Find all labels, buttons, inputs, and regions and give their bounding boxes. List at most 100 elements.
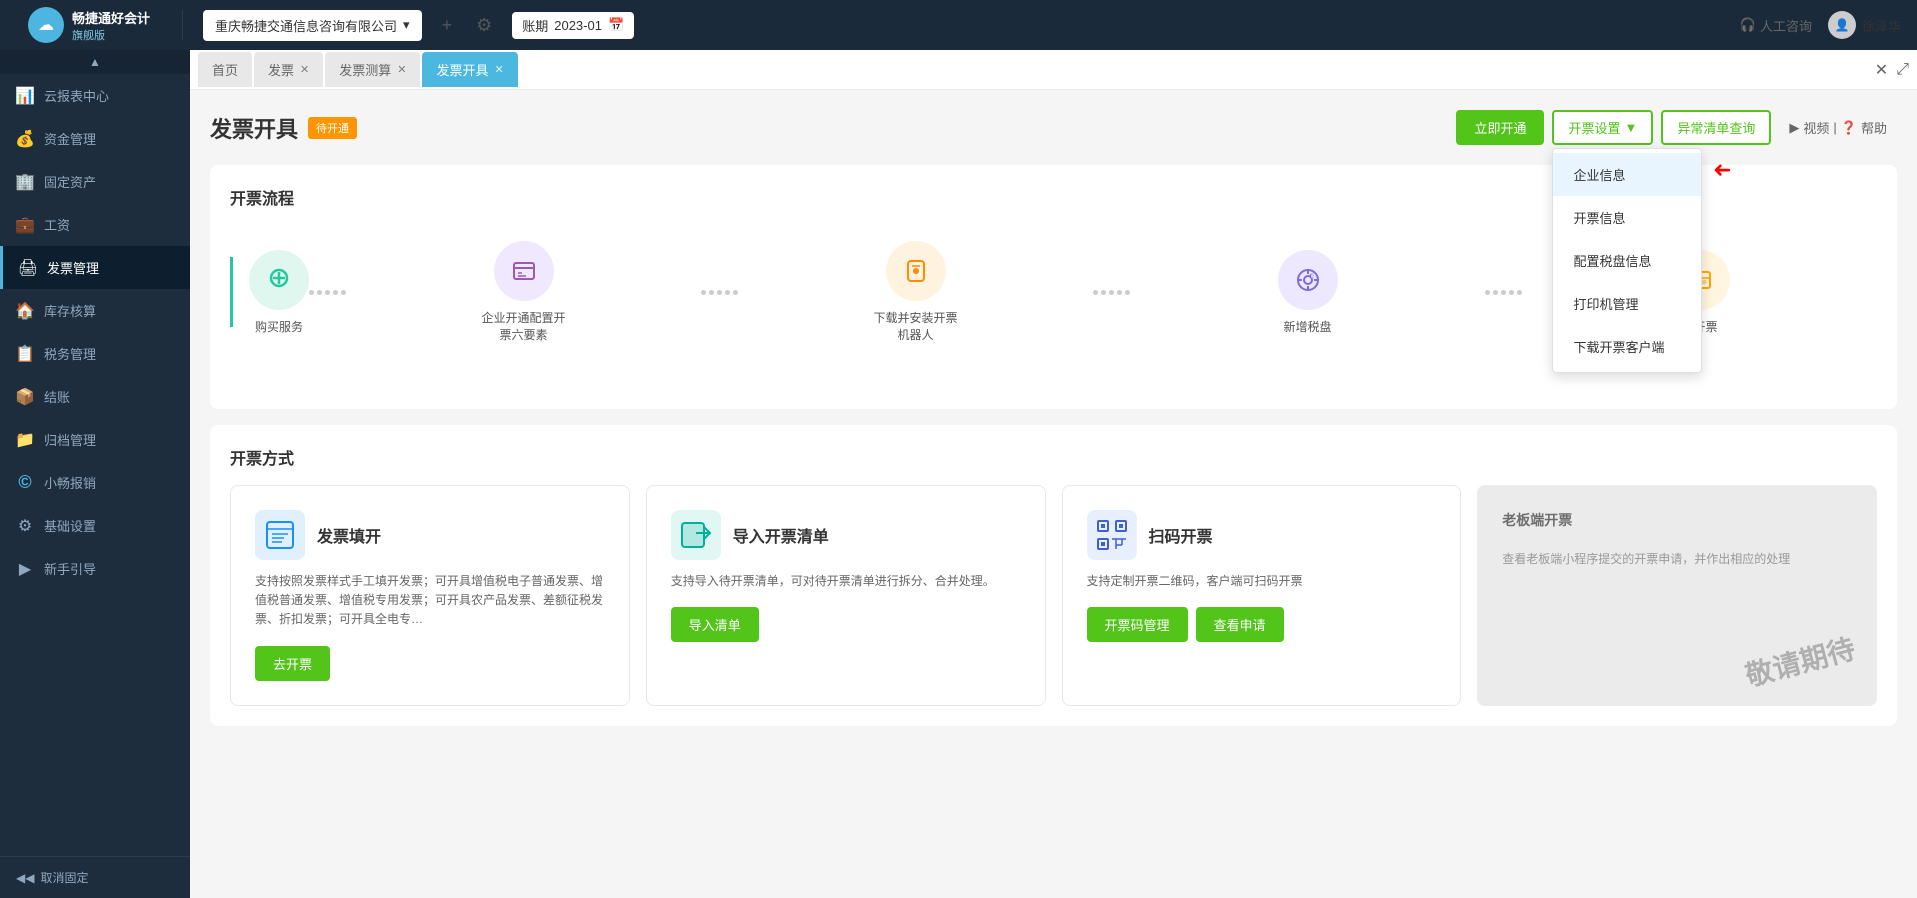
sidebar-item-archive[interactable]: 📁 归档管理 [0, 418, 190, 461]
close-all-tabs-button[interactable]: ✕ [1875, 60, 1888, 80]
sidebar-item-xiaochang[interactable]: © 小畅报销 [0, 461, 190, 504]
guide-icon: ▶ [16, 560, 34, 578]
support-label: 人工咨询 [1760, 16, 1812, 35]
page-title-area: 发票开具 待开通 [210, 112, 357, 144]
status-badge: 待开通 [308, 117, 357, 139]
setting-button[interactable]: 开票设置 ▼ [1552, 110, 1653, 145]
sidebar-item-label: 基础设置 [44, 516, 96, 535]
sidebar-item-salary[interactable]: 💼 工资 [0, 203, 190, 246]
sidebar-item-label: 新手引导 [44, 559, 96, 578]
tab-close-icon[interactable]: ✕ [300, 63, 309, 76]
support-button[interactable]: 🎧 人工咨询 [1740, 16, 1812, 35]
dropdown-item-download-client[interactable]: 下载开票客户端 [1553, 325, 1701, 368]
tab-invoice-test[interactable]: 发票测算 ✕ [325, 52, 420, 87]
method-desc: 支持按照发票样式手工填开发票；可开具增值税电子普通发票、增值税普通发票、增值税专… [255, 572, 605, 630]
step-divider [230, 257, 233, 327]
sidebar-item-label: 云报表中心 [44, 86, 109, 105]
sidebar-bottom: ◀◀ 取消固定 [0, 856, 190, 898]
manual-fill-icon [255, 510, 305, 560]
sidebar-scroll-up[interactable]: ▲ [0, 50, 190, 74]
tab-label: 首页 [212, 60, 238, 79]
cancel-fixed-button[interactable]: ◀◀ 取消固定 [0, 856, 190, 898]
method-header: 扫码开票 [1087, 510, 1437, 560]
top-bar: ☁ 畅捷通好会计 旗舰版 重庆畅捷交通信息咨询有限公司 ▾ + ⚙ 账期 202… [0, 0, 1917, 50]
activate-button[interactable]: 立即开通 [1456, 110, 1544, 145]
step-label: 下载并安装开票机器人 [871, 309, 961, 343]
dropdown-item-invoice-info[interactable]: 开票信息 [1553, 196, 1701, 239]
sidebar-item-inventory[interactable]: 🏠 库存核算 [0, 289, 190, 332]
help-label[interactable]: 帮助 [1861, 118, 1887, 137]
sidebar-item-fixed-assets[interactable]: 🏢 固定资产 [0, 160, 190, 203]
sidebar-item-settle[interactable]: 📦 结账 [0, 375, 190, 418]
sidebar-item-label: 归档管理 [44, 430, 96, 449]
method-title: 老板端开票 [1502, 510, 1572, 530]
cloud-report-icon: 📊 [16, 87, 34, 105]
salary-icon: 💼 [16, 216, 34, 234]
settings-icon: ⚙ [16, 517, 34, 535]
help-area: ▶ 视频 | ❓ 帮助 [1779, 112, 1897, 143]
invoice-code-manage-button[interactable]: 开票码管理 [1087, 607, 1188, 642]
tab-invoice-issue[interactable]: 发票开具 ✕ [422, 52, 517, 87]
flow-step-buy-service: 购买服务 [249, 250, 309, 335]
period-label: 账期 [522, 16, 548, 35]
tab-close-icon[interactable]: ✕ [495, 63, 504, 76]
user-button[interactable]: 👤 徐泽华 [1828, 11, 1901, 39]
sidebar-item-label: 税务管理 [44, 344, 96, 363]
tab-close-icon[interactable]: ✕ [397, 63, 406, 76]
top-right: 🎧 人工咨询 👤 徐泽华 [1740, 11, 1901, 39]
maximize-button[interactable]: ⤢ [1896, 61, 1909, 79]
sidebar-item-guide[interactable]: ▶ 新手引导 [0, 547, 190, 590]
tax-icon: 📋 [16, 345, 34, 363]
sidebar-item-tax[interactable]: 📋 税务管理 [0, 332, 190, 375]
video-label[interactable]: 视频 [1803, 118, 1829, 137]
dropdown-item-tax-config[interactable]: 配置税盘信息 [1553, 239, 1701, 282]
tab-home[interactable]: 首页 [198, 52, 252, 87]
scan-buttons: 开票码管理 查看申请 [1087, 607, 1437, 642]
dropdown-item-printer[interactable]: 打印机管理 [1553, 282, 1701, 325]
add-button[interactable]: + [438, 11, 457, 40]
method-card-boss: 老板端开票 查看老板端小程序提交的开票申请，并作出相应的处理 敬请期待 [1477, 485, 1877, 706]
view-application-button[interactable]: 查看申请 [1196, 607, 1284, 642]
method-header: 导入开票清单 [671, 510, 1021, 560]
company-selector[interactable]: 重庆畅捷交通信息咨询有限公司 ▾ [203, 10, 422, 41]
step-label: 购买服务 [255, 318, 303, 335]
tab-label: 发票 [268, 60, 294, 79]
step-label: 新增税盘 [1283, 318, 1331, 335]
sidebar-item-settings[interactable]: ⚙ 基础设置 [0, 504, 190, 547]
sidebar-item-fund[interactable]: 💰 资金管理 [0, 117, 190, 160]
setting-dropdown-container: 开票设置 ▼ ➜ 企业信息 开票信息 配置税盘信息 [1552, 110, 1653, 145]
settings-icon[interactable]: ⚙ [472, 11, 496, 40]
sidebar-item-label: 结账 [44, 387, 70, 406]
step-connector-2 [701, 290, 738, 295]
method-card-manual-fill: 发票填开 支持按照发票样式手工填开发票；可开具增值税电子普通发票、增值税普通发票… [230, 485, 630, 706]
method-card-import-list: 导入开票清单 支持导入待开票清单，可对待开票清单进行拆分、合并处理。 导入清单 [646, 485, 1046, 706]
method-desc: 支持定制开票二维码，客户端可扫码开票 [1087, 572, 1437, 591]
manual-fill-go-button[interactable]: 去开票 [255, 646, 330, 681]
import-list-button[interactable]: 导入清单 [671, 607, 759, 642]
dropdown-item-company-info[interactable]: 企业信息 [1553, 153, 1701, 196]
app-title: 畅捷通好会计 [72, 8, 150, 27]
page-content: 发票开具 待开通 立即开通 开票设置 ▼ [190, 90, 1917, 898]
calendar-icon[interactable]: 📅 [608, 17, 624, 33]
sidebar-item-label: 小畅报销 [44, 473, 96, 492]
buy-service-icon [249, 250, 309, 310]
sidebar-item-invoice[interactable]: 🖨 发票管理 [0, 246, 190, 289]
invoice-icon: 🖨 [19, 259, 37, 277]
taxdisk-icon: 税 [1278, 250, 1338, 310]
header-actions: 立即开通 开票设置 ▼ ➜ 企业信息 [1456, 110, 1897, 145]
method-header: 老板端开票 [1502, 510, 1852, 538]
abnormal-list-button[interactable]: 异常清单查询 [1661, 110, 1771, 145]
flow-step-download: 下载并安装开票机器人 [738, 241, 1093, 343]
step-label: 企业开通配置开票六要素 [479, 309, 569, 343]
sidebar-item-cloud-report[interactable]: 📊 云报表中心 [0, 74, 190, 117]
sidebar-item-label: 发票管理 [47, 258, 99, 277]
setting-arrow-icon: ▼ [1625, 120, 1638, 135]
logo-icon: ☁ [28, 7, 64, 43]
method-title: 扫码开票 [1149, 523, 1213, 547]
red-arrow-indicator: ➜ [1713, 157, 1731, 183]
step-connector-3 [1093, 290, 1130, 295]
step-connector-4 [1485, 290, 1522, 295]
tab-invoice[interactable]: 发票 ✕ [254, 52, 323, 87]
question-icon: ❓ [1841, 120, 1857, 136]
period-info: 账期 2023-01 📅 [512, 12, 634, 39]
